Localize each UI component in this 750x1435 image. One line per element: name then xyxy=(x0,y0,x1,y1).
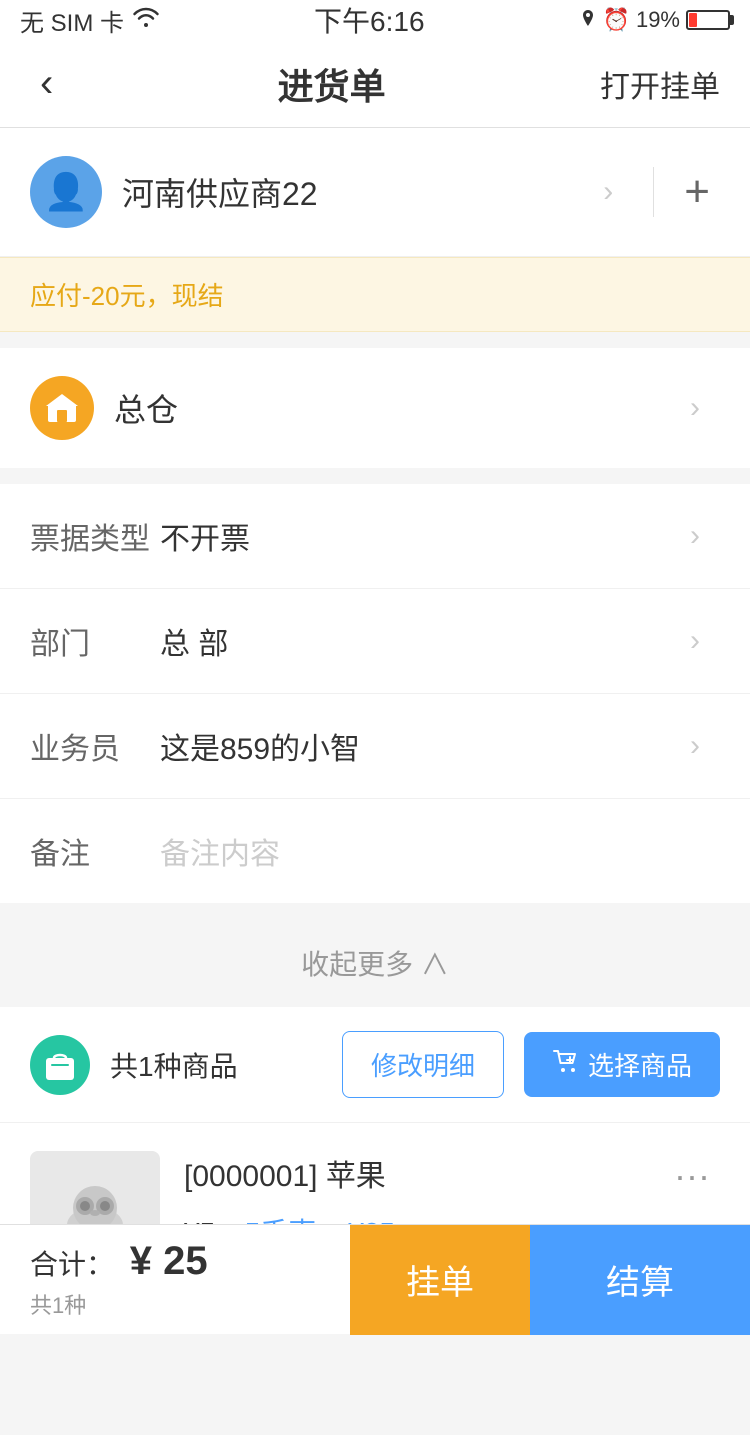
add-supplier-button[interactable]: + xyxy=(674,167,720,217)
supplier-name: 河南供应商22 xyxy=(122,169,603,215)
hang-order-button[interactable]: 挂单 xyxy=(350,1225,530,1335)
invoice-label: 票据类型 xyxy=(30,514,160,558)
status-time: 下午6:16 xyxy=(314,0,425,40)
product-name: [0000001] 苹果 xyxy=(184,1151,640,1195)
invoice-type-row[interactable]: 票据类型 不开票 › xyxy=(0,484,750,588)
cart-icon xyxy=(552,1049,580,1080)
product-title: 苹果 xyxy=(326,1160,386,1193)
select-product-label: 选择商品 xyxy=(588,1046,692,1083)
carrier-text: 无 SIM 卡 xyxy=(20,3,124,38)
supplier-avatar: 👤 xyxy=(30,156,102,228)
settle-button[interactable]: 结算 xyxy=(530,1225,750,1335)
supplier-row[interactable]: 👤 河南供应商22 › + xyxy=(0,128,750,257)
dept-label: 部门 xyxy=(30,619,160,663)
warehouse-chevron-icon: › xyxy=(690,391,700,425)
total-amount: ¥ 25 xyxy=(130,1239,208,1283)
nav-bar: ‹ 进货单 打开挂单 xyxy=(0,40,750,128)
alarm-icon: ⏰ xyxy=(603,7,630,33)
wifi-icon xyxy=(132,6,160,34)
form-card: 票据类型 不开票 › 部门 总 部 › 业务员 这是859的小智 › 备注 备注… xyxy=(0,484,750,903)
supplier-notice: 应付-20元，现结 xyxy=(0,257,750,332)
bottom-bar: 合计： ¥ 25 共1种 挂单 结算 xyxy=(0,1224,750,1334)
status-battery-area: ⏰ 19% xyxy=(579,7,730,33)
battery-icon xyxy=(686,10,730,30)
warehouse-icon-wrap xyxy=(30,376,94,440)
warehouse-row[interactable]: 总仓 › xyxy=(0,348,750,468)
collapse-bar[interactable]: 收起更多 ∧ xyxy=(0,919,750,1007)
product-id: [0000001] xyxy=(184,1160,317,1193)
sales-row[interactable]: 业务员 这是859的小智 › xyxy=(0,693,750,798)
remark-label: 备注 xyxy=(30,829,160,873)
battery-percent: 19% xyxy=(636,7,680,33)
product-bag-icon xyxy=(43,1048,77,1082)
avatar-icon: 👤 xyxy=(44,171,89,213)
product-more-button[interactable]: ··· xyxy=(664,1151,720,1201)
remark-input[interactable]: 备注内容 xyxy=(160,829,720,873)
open-hang-button[interactable]: 打开挂单 xyxy=(600,62,720,106)
status-bar: 无 SIM 卡 下午6:16 ⏰ 19% xyxy=(0,0,750,40)
invoice-value: 不开票 xyxy=(160,514,690,558)
page-title: 进货单 xyxy=(278,58,386,110)
sales-value: 这是859的小智 xyxy=(160,724,690,768)
edit-detail-button[interactable]: 修改明细 xyxy=(342,1031,504,1098)
total-label: 合计： xyxy=(30,1249,114,1280)
supplier-card: 👤 河南供应商22 › + 应付-20元，现结 xyxy=(0,128,750,332)
product-total-count: 共1种 xyxy=(30,1288,320,1320)
remark-row[interactable]: 备注 备注内容 xyxy=(0,798,750,903)
status-carrier: 无 SIM 卡 xyxy=(20,3,160,38)
dept-row[interactable]: 部门 总 部 › xyxy=(0,588,750,693)
supplier-chevron-icon: › xyxy=(603,175,613,209)
warehouse-card: 总仓 › xyxy=(0,348,750,468)
product-header: 共1种商品 修改明细 选择商品 xyxy=(0,1007,750,1123)
product-count: 共1种商品 xyxy=(110,1045,322,1085)
warehouse-icon xyxy=(44,390,80,426)
product-icon-wrap xyxy=(30,1035,90,1095)
location-icon xyxy=(579,7,597,33)
warehouse-name: 总仓 xyxy=(114,385,690,431)
back-button[interactable]: ‹ xyxy=(30,51,63,116)
select-product-button[interactable]: 选择商品 xyxy=(524,1032,720,1097)
dept-value: 总 部 xyxy=(160,619,690,663)
divider xyxy=(653,167,654,217)
sales-chevron-icon: › xyxy=(690,729,700,763)
invoice-chevron-icon: › xyxy=(690,519,700,553)
dept-chevron-icon: › xyxy=(690,624,700,658)
sales-label: 业务员 xyxy=(30,724,160,768)
total-section: 合计： ¥ 25 共1种 xyxy=(0,1239,350,1320)
